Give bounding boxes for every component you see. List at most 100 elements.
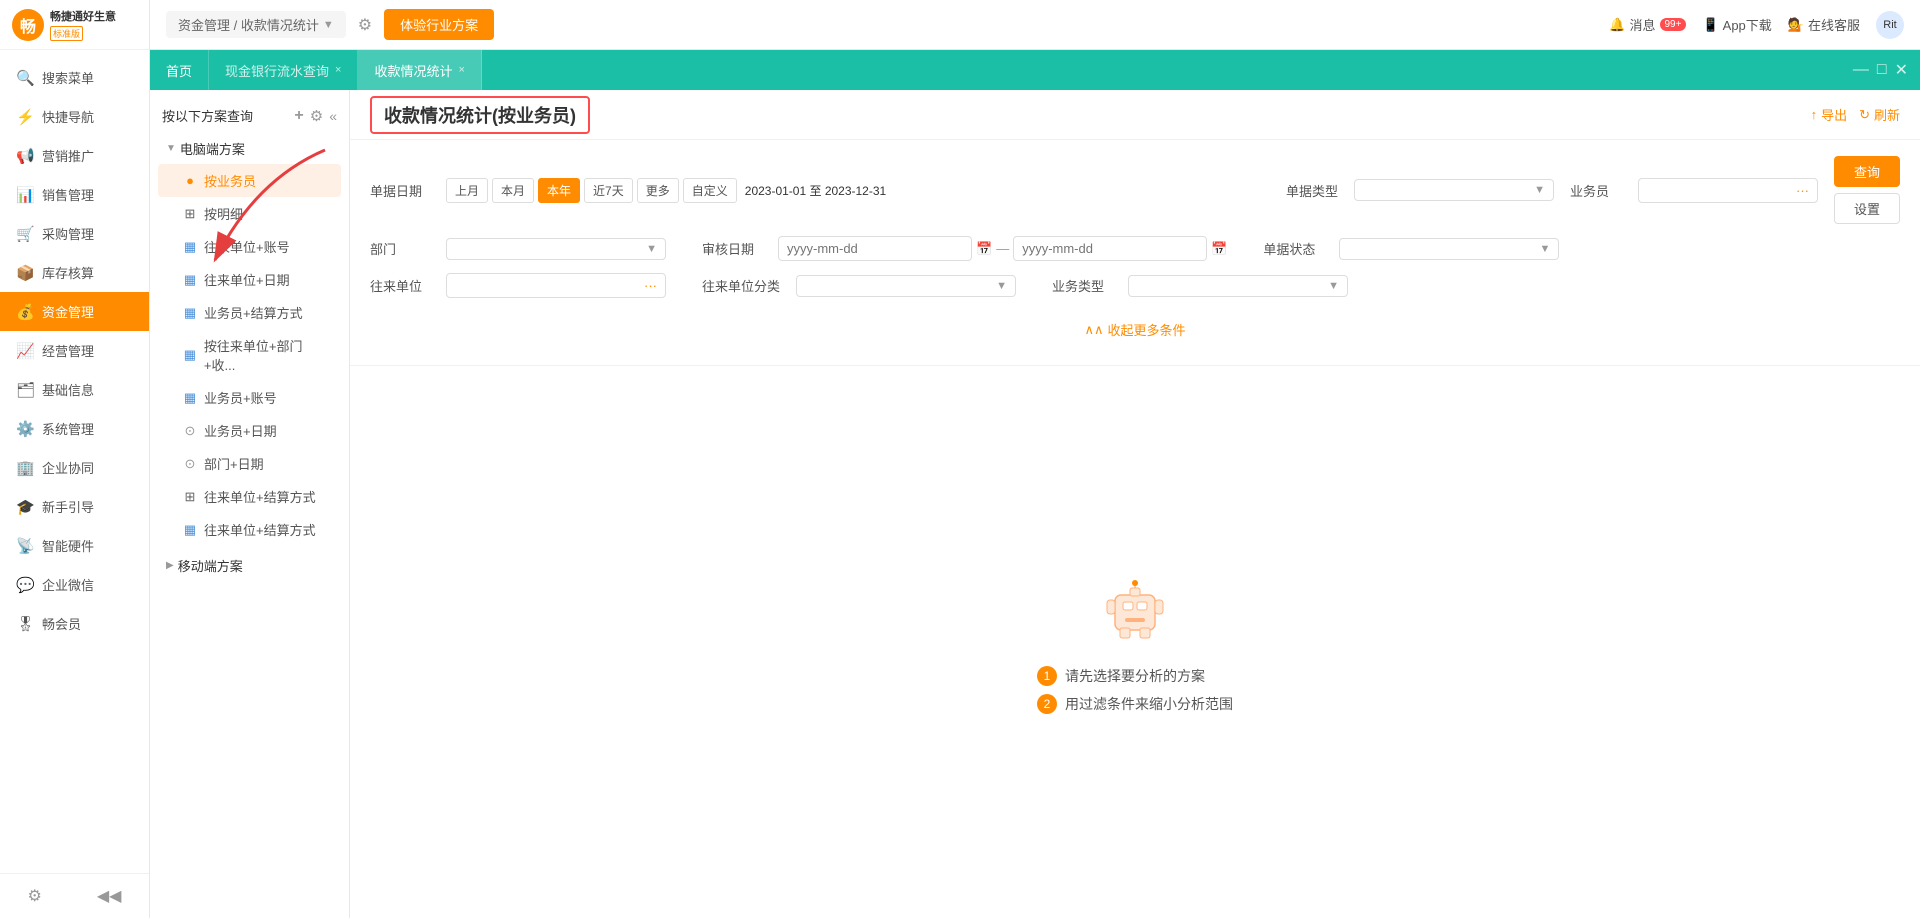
- partner-select[interactable]: ···: [446, 273, 666, 298]
- export-button[interactable]: ↑ 导出: [1811, 105, 1848, 124]
- tree-parent-mobile[interactable]: ▶ 移动端方案: [158, 550, 341, 581]
- notification-label: 消息: [1629, 15, 1655, 34]
- filter-row-3: 往来单位 ··· 往来单位分类 ▼ 业务类型 ▼: [370, 273, 1900, 298]
- voucher-status-label: 单据状态: [1263, 239, 1323, 258]
- salesperson-account-icon: ▦: [182, 390, 198, 406]
- unit-account-icon: ▦: [182, 239, 198, 255]
- review-date-to[interactable]: [1013, 236, 1207, 261]
- user-avatar[interactable]: Rit: [1876, 11, 1904, 39]
- calendar-to-icon[interactable]: 📅: [1211, 241, 1227, 257]
- query-button[interactable]: 查询: [1834, 156, 1900, 187]
- date-btn-last-7days[interactable]: 近7天: [584, 178, 633, 203]
- dept-date-icon: ⊙: [182, 456, 198, 472]
- settings-button[interactable]: 设置: [1834, 193, 1900, 224]
- sidebar-item-system[interactable]: ⚙️ 系统管理: [0, 409, 149, 448]
- tab-bank-flow-close[interactable]: ×: [335, 64, 341, 76]
- page-title: 收款情况统计(按业务员): [384, 102, 576, 128]
- sidebar-item-basic[interactable]: 🗂 基础信息: [0, 370, 149, 409]
- voucher-status-select[interactable]: ▼: [1339, 238, 1559, 260]
- scheme-settings-icon[interactable]: ⚙: [310, 107, 323, 125]
- sidebar-item-hardware[interactable]: 📡 智能硬件: [0, 526, 149, 565]
- notification-badge: 99+: [1660, 18, 1687, 31]
- tabbar: 首页 现金银行流水查询 × 收款情况统计 × — □ ✕: [150, 50, 1920, 90]
- tree-item-by-salesperson[interactable]: ● 按业务员: [158, 164, 341, 197]
- operations-icon: 📈: [16, 342, 34, 360]
- sidebar-item-inventory[interactable]: 📦 库存核算: [0, 253, 149, 292]
- quicknav-icon: ⚡: [16, 108, 34, 126]
- tree-item-unit-settlement2[interactable]: ▦ 往来单位+结算方式: [158, 513, 341, 546]
- refresh-button[interactable]: ↻ 刷新: [1859, 105, 1900, 124]
- filter-row-1: 单据日期 上月 本月 本年 近7天 更多 自定义 2023-01-01 至 20…: [370, 156, 1900, 224]
- window-close-icon[interactable]: ✕: [1895, 60, 1908, 80]
- tree-item-salesperson-settlement[interactable]: ▦ 业务员+结算方式: [158, 296, 341, 329]
- sidebar-item-operations[interactable]: 📈 经营管理: [0, 331, 149, 370]
- tree-item-salesperson-date[interactable]: ⊙ 业务员+日期: [158, 414, 341, 447]
- trial-button[interactable]: 体验行业方案: [384, 9, 494, 40]
- sidebar-item-guide[interactable]: 🎓 新手引导: [0, 487, 149, 526]
- window-minimize-icon[interactable]: —: [1853, 61, 1869, 79]
- sidebar-item-marketing[interactable]: 📢 营销推广: [0, 136, 149, 175]
- tree-item-by-detail[interactable]: ⊞ 按明细: [158, 197, 341, 230]
- partner-more-icon: ···: [644, 278, 657, 293]
- topbar-settings-icon[interactable]: ⚙: [358, 15, 372, 35]
- sidebar-item-purchase[interactable]: 🛒 采购管理: [0, 214, 149, 253]
- sidebar-item-corp[interactable]: 🏢 企业协同: [0, 448, 149, 487]
- voucher-type-label: 单据类型: [1286, 181, 1346, 200]
- app-download-item[interactable]: 📱 App下载: [1702, 15, 1771, 34]
- tab-receipt-stats[interactable]: 收款情况统计 ×: [358, 50, 481, 90]
- tabbar-right: — □ ✕: [1853, 60, 1920, 80]
- review-date-label: 审核日期: [702, 239, 762, 258]
- sidebar-collapse-icon[interactable]: ◀◀: [97, 886, 122, 906]
- tree-item-unit-date-label: 往来单位+日期: [204, 270, 290, 289]
- left-panel: 按以下方案查询 + ⚙ « ▼ 电脑端方案 ● 按业务员 ⊞ 按: [150, 90, 350, 918]
- online-service-item[interactable]: 💁 在线客服: [1788, 15, 1860, 34]
- review-date-from[interactable]: [778, 236, 972, 261]
- tree-item-unit-dept-recv[interactable]: ▦ 按往来单位+部门+收...: [158, 329, 341, 381]
- content-area: 按以下方案查询 + ⚙ « ▼ 电脑端方案 ● 按业务员 ⊞ 按: [150, 90, 1920, 918]
- collapse-panel-icon[interactable]: «: [329, 108, 337, 124]
- notification-item[interactable]: 🔔 消息 99+: [1609, 15, 1686, 34]
- hardware-icon: 📡: [16, 537, 34, 555]
- member-icon: 🎖: [16, 615, 34, 633]
- sidebar-item-wechat[interactable]: 💬 企业微信: [0, 565, 149, 604]
- sidebar-settings-icon[interactable]: ⚙: [28, 886, 42, 906]
- partner-category-label: 往来单位分类: [702, 276, 780, 295]
- dept-chevron: ▼: [646, 243, 657, 255]
- tab-bank-flow[interactable]: 现金银行流水查询 ×: [209, 50, 358, 90]
- date-btn-custom[interactable]: 自定义: [683, 178, 737, 203]
- window-maximize-icon[interactable]: □: [1877, 61, 1887, 79]
- salesperson-select[interactable]: ···: [1638, 178, 1818, 203]
- business-type-select[interactable]: ▼: [1128, 275, 1348, 297]
- tab-home[interactable]: 首页: [150, 50, 209, 90]
- refresh-label: 刷新: [1874, 105, 1900, 124]
- tree-parent-desktop[interactable]: ▼ 电脑端方案: [158, 133, 341, 164]
- tree-item-salesperson-label: 按业务员: [204, 171, 256, 190]
- dept-select[interactable]: ▼: [446, 238, 666, 260]
- calendar-from-icon[interactable]: 📅: [976, 241, 992, 257]
- collapse-bar[interactable]: ∧∧ 收起更多条件: [370, 310, 1900, 349]
- sidebar-label-purchase: 采购管理: [42, 224, 94, 243]
- add-scheme-icon[interactable]: +: [294, 107, 303, 125]
- online-service-label: 在线客服: [1808, 15, 1860, 34]
- sidebar-item-search[interactable]: 🔍 搜索菜单: [0, 58, 149, 97]
- sidebar-item-sales[interactable]: 📊 销售管理: [0, 175, 149, 214]
- voucher-type-select[interactable]: ▼: [1354, 179, 1554, 201]
- tree-item-unit-date[interactable]: ▦ 往来单位+日期: [158, 263, 341, 296]
- tree-item-salesperson-account[interactable]: ▦ 业务员+账号: [158, 381, 341, 414]
- date-btn-this-month[interactable]: 本月: [492, 178, 534, 203]
- partner-category-select[interactable]: ▼: [796, 275, 1016, 297]
- sidebar-item-member[interactable]: 🎖 畅会员: [0, 604, 149, 643]
- page-title-box: 收款情况统计(按业务员): [370, 96, 590, 134]
- refresh-icon: ↻: [1859, 107, 1870, 123]
- tree-item-unit-account[interactable]: ▦ 往来单位+账号: [158, 230, 341, 263]
- tab-receipt-stats-close[interactable]: ×: [458, 64, 464, 76]
- date-btn-more[interactable]: 更多: [637, 178, 679, 203]
- date-btn-this-year[interactable]: 本年: [538, 178, 580, 203]
- sidebar-item-quicknav[interactable]: ⚡ 快捷导航: [0, 97, 149, 136]
- sidebar-item-finance[interactable]: 💰 资金管理: [0, 292, 149, 331]
- tree-item-unit-settlement1[interactable]: ⊞ 往来单位+结算方式: [158, 480, 341, 513]
- main-area: 资金管理 / 收款情况统计 ▼ ⚙ 体验行业方案 🔔 消息 99+ 📱 App下…: [150, 0, 1920, 918]
- tree-item-dept-date[interactable]: ⊙ 部门+日期: [158, 447, 341, 480]
- date-btn-last-month[interactable]: 上月: [446, 178, 488, 203]
- tree-item-unit-settlement1-label: 往来单位+结算方式: [204, 487, 316, 506]
